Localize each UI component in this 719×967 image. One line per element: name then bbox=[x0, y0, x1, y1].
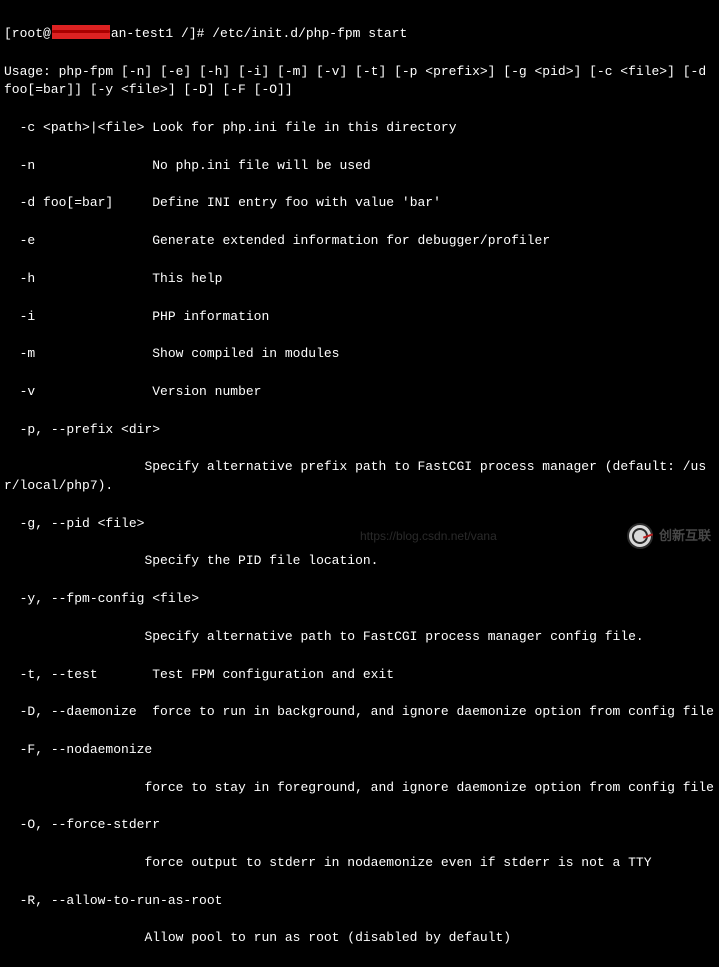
opt-fpm-flag: -y, --fpm-config <file> bbox=[4, 590, 715, 609]
opt-d: -d foo[=bar] Define INI entry foo with v… bbox=[4, 194, 715, 213]
watermark: 创新互联 bbox=[627, 523, 711, 549]
opt-daemon: -D, --daemonize force to run in backgrou… bbox=[4, 703, 715, 722]
opt-root-desc: Allow pool to run as root (disabled by d… bbox=[4, 929, 715, 948]
opt-prefix-desc: Specify alternative prefix path to FastC… bbox=[4, 458, 715, 496]
watermark-logo-icon bbox=[627, 523, 653, 549]
opt-prefix-flag: -p, --prefix <dir> bbox=[4, 421, 715, 440]
opt-stderr-flag: -O, --force-stderr bbox=[4, 816, 715, 835]
prompt-line: [root@ an-test1 /]# /etc/init.d/php-fpm s… bbox=[4, 23, 715, 44]
opt-v: -v Version number bbox=[4, 383, 715, 402]
watermark-url: https://blog.csdn.net/vana bbox=[360, 528, 497, 545]
opt-nodaemon-desc: force to stay in foreground, and ignore … bbox=[4, 779, 715, 798]
opt-root-flag: -R, --allow-to-run-as-root bbox=[4, 892, 715, 911]
opt-pid-desc: Specify the PID file location. bbox=[4, 552, 715, 571]
opt-e: -e Generate extended information for deb… bbox=[4, 232, 715, 251]
opt-nodaemon-flag: -F, --nodaemonize bbox=[4, 741, 715, 760]
watermark-brand: 创新互联 bbox=[659, 527, 711, 546]
usage-line: Usage: php-fpm [-n] [-e] [-h] [-i] [-m] … bbox=[4, 63, 715, 101]
opt-h: -h This help bbox=[4, 270, 715, 289]
opt-c: -c <path>|<file> Look for php.ini file i… bbox=[4, 119, 715, 138]
opt-stderr-desc: force output to stderr in nodaemonize ev… bbox=[4, 854, 715, 873]
opt-n: -n No php.ini file will be used bbox=[4, 157, 715, 176]
opt-i: -i PHP information bbox=[4, 308, 715, 327]
prompt-suffix: an-test1 /]# bbox=[111, 26, 205, 41]
redacted-hostname bbox=[52, 25, 110, 39]
prompt-prefix: [root@ bbox=[4, 26, 51, 41]
command-text: /etc/init.d/php-fpm start bbox=[212, 26, 407, 41]
terminal-output: [root@ an-test1 /]# /etc/init.d/php-fpm s… bbox=[4, 4, 715, 967]
opt-fpm-desc: Specify alternative path to FastCGI proc… bbox=[4, 628, 715, 647]
opt-test: -t, --test Test FPM configuration and ex… bbox=[4, 666, 715, 685]
opt-m: -m Show compiled in modules bbox=[4, 345, 715, 364]
